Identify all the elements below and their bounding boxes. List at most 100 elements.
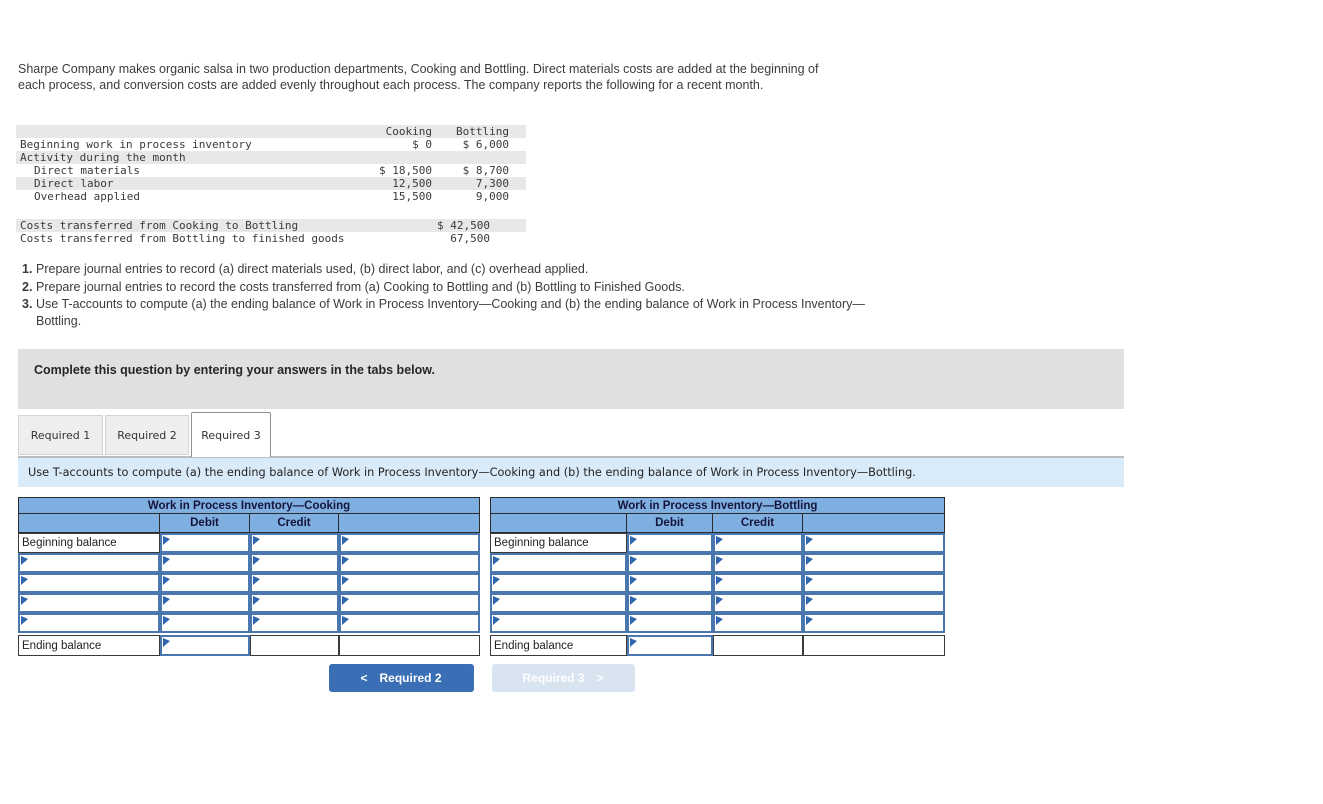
answer-cell-marker-icon bbox=[342, 596, 349, 605]
answer-cell-credit[interactable] bbox=[713, 533, 803, 553]
answer-cell-debit[interactable] bbox=[160, 573, 250, 593]
cost-transfer-row: Costs transferred from Cooking to Bottli… bbox=[16, 219, 526, 232]
static-cell bbox=[803, 635, 945, 656]
answer-cell-label[interactable] bbox=[18, 613, 160, 633]
cost-row-label: Beginning work in process inventory bbox=[20, 138, 252, 151]
answer-cell-debit[interactable] bbox=[160, 533, 250, 553]
requirements-list: 1. Prepare journal entries to record (a)… bbox=[22, 261, 906, 330]
answer-cell-debit[interactable] bbox=[627, 553, 713, 573]
answer-cell-extra[interactable] bbox=[803, 553, 945, 573]
answer-cell-debit[interactable] bbox=[160, 613, 250, 633]
answer-cell-credit[interactable] bbox=[713, 553, 803, 573]
answer-cell-credit[interactable] bbox=[250, 553, 339, 573]
answer-cell-label[interactable] bbox=[490, 613, 627, 633]
cost-table-header-row: Cooking Bottling bbox=[16, 125, 526, 138]
beginning-balance-label: Beginning balance bbox=[18, 533, 160, 553]
credit-header: Credit bbox=[250, 514, 339, 533]
answer-cell-debit[interactable] bbox=[160, 553, 250, 573]
answer-cell-credit[interactable] bbox=[250, 593, 339, 613]
answer-cell-marker-icon bbox=[163, 576, 170, 585]
answer-cell-marker-icon bbox=[716, 556, 723, 565]
answer-cell-credit[interactable] bbox=[713, 593, 803, 613]
answer-cell-debit[interactable] bbox=[627, 573, 713, 593]
cost-row-label: Direct materials bbox=[34, 164, 140, 177]
answer-cell-marker-icon bbox=[253, 576, 260, 585]
answer-cell-marker-icon bbox=[493, 616, 500, 625]
answer-cell-label[interactable] bbox=[490, 593, 627, 613]
cost-row-label: Costs transferred from Bottling to finis… bbox=[20, 232, 345, 245]
tab-required-2[interactable]: Required 2 bbox=[105, 415, 189, 455]
next-required-button[interactable]: Required 3 > bbox=[491, 664, 635, 692]
answer-cell-extra[interactable] bbox=[339, 553, 480, 573]
answer-cell-debit[interactable] bbox=[627, 635, 713, 656]
answer-cell-marker-icon bbox=[163, 536, 170, 545]
answer-cell-extra[interactable] bbox=[803, 593, 945, 613]
subheader-blank bbox=[803, 514, 945, 533]
cost-row-cooking-value: $ 0 bbox=[412, 138, 432, 151]
answer-cell-marker-icon bbox=[21, 596, 28, 605]
answer-cell-debit[interactable] bbox=[627, 613, 713, 633]
answer-cell-marker-icon bbox=[630, 576, 637, 585]
answer-cell-credit[interactable] bbox=[250, 613, 339, 633]
tab-required-3[interactable]: Required 3 bbox=[191, 412, 271, 457]
prev-button-label: Required 2 bbox=[379, 671, 442, 685]
answer-cell-marker-icon bbox=[630, 556, 637, 565]
answer-cell-credit[interactable] bbox=[713, 573, 803, 593]
answer-cell-marker-icon bbox=[21, 576, 28, 585]
t-account-cooking: Work in Process Inventory—Cooking Debit Cr… bbox=[18, 497, 480, 656]
answer-cell-credit[interactable] bbox=[250, 533, 339, 553]
answer-cell-extra[interactable] bbox=[339, 593, 480, 613]
chevron-right-icon: > bbox=[596, 671, 604, 685]
answer-cell-label[interactable] bbox=[490, 573, 627, 593]
answer-cell-label[interactable] bbox=[18, 593, 160, 613]
t-account-subheader-row: Debit Credit bbox=[18, 514, 480, 533]
answer-cell-debit[interactable] bbox=[627, 533, 713, 553]
entry-row bbox=[18, 573, 480, 593]
answer-cell-marker-icon bbox=[253, 536, 260, 545]
requirement-item: 2. Prepare journal entries to record the… bbox=[22, 279, 906, 296]
answer-cell-marker-icon bbox=[716, 536, 723, 545]
entry-row bbox=[18, 613, 480, 633]
answer-cell-marker-icon bbox=[630, 596, 637, 605]
requirement-text: Use T-accounts to compute (a) the ending… bbox=[36, 297, 865, 328]
subheader-blank bbox=[490, 514, 627, 533]
answer-cell-marker-icon bbox=[806, 576, 813, 585]
answer-cell-credit[interactable] bbox=[250, 573, 339, 593]
answer-cell-extra[interactable] bbox=[803, 613, 945, 633]
answer-cell-marker-icon bbox=[21, 556, 28, 565]
cost-row-bottling-value: 9,000 bbox=[475, 190, 509, 203]
answer-cell-label[interactable] bbox=[490, 553, 627, 573]
cost-row-label: Overhead applied bbox=[34, 190, 140, 203]
answer-cell-marker-icon bbox=[342, 616, 349, 625]
answer-cell-credit[interactable] bbox=[713, 613, 803, 633]
answer-cell-marker-icon bbox=[163, 638, 170, 647]
answer-cell-extra[interactable] bbox=[339, 533, 480, 553]
answer-cell-marker-icon bbox=[253, 556, 260, 565]
cost-row-transfer-value: $ 42,500 bbox=[437, 219, 490, 232]
answer-cell-extra[interactable] bbox=[803, 573, 945, 593]
answer-cell-marker-icon bbox=[253, 596, 260, 605]
static-cell bbox=[339, 635, 480, 656]
prev-required-button[interactable]: < Required 2 bbox=[328, 664, 474, 692]
answer-cell-debit[interactable] bbox=[160, 635, 250, 656]
answer-cell-marker-icon bbox=[630, 638, 637, 647]
answer-cell-debit[interactable] bbox=[160, 593, 250, 613]
answer-cell-extra[interactable] bbox=[339, 573, 480, 593]
requirement-number: 1. bbox=[22, 262, 33, 276]
answer-cell-extra[interactable] bbox=[339, 613, 480, 633]
subheader-blank bbox=[18, 514, 160, 533]
answer-cell-marker-icon bbox=[342, 536, 349, 545]
tab-required-1[interactable]: Required 1 bbox=[18, 415, 103, 455]
answer-cell-marker-icon bbox=[716, 596, 723, 605]
requirement-item: 3. Use T-accounts to compute (a) the end… bbox=[22, 296, 906, 329]
answer-cell-marker-icon bbox=[342, 576, 349, 585]
answer-cell-label[interactable] bbox=[18, 553, 160, 573]
cost-row-label: Direct labor bbox=[34, 177, 114, 190]
answer-cell-debit[interactable] bbox=[627, 593, 713, 613]
cost-row-cooking-value: $ 18,500 bbox=[379, 164, 432, 177]
debit-header: Debit bbox=[160, 514, 250, 533]
answer-cell-extra[interactable] bbox=[803, 533, 945, 553]
banner-text: Complete this question by entering your … bbox=[34, 363, 435, 377]
answer-cell-label[interactable] bbox=[18, 573, 160, 593]
cost-table-row: Direct labor 12,500 7,300 bbox=[16, 177, 526, 190]
